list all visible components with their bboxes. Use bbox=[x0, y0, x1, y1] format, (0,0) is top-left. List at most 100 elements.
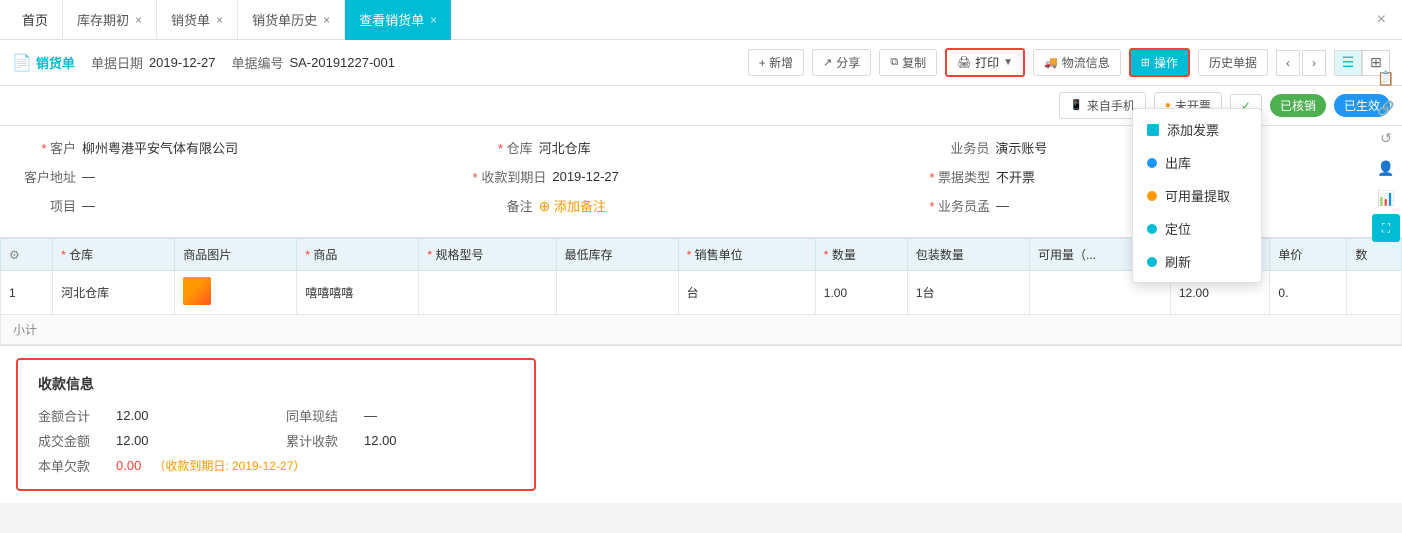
col-settings[interactable]: ⚙ bbox=[1, 239, 53, 271]
project-field: 项目 — bbox=[16, 196, 473, 215]
warehouse-label: 仓库 bbox=[473, 138, 533, 157]
header-bar: 📄 销货单 单据日期 2019-12-27 单据编号 SA-20191227-0… bbox=[0, 40, 1402, 86]
tab-close-inventory[interactable]: × bbox=[135, 13, 142, 27]
col-spec: 规格型号 bbox=[419, 239, 556, 271]
cell-quantity: 1.00 bbox=[815, 271, 907, 315]
sidebar-refresh-icon[interactable]: ↺ bbox=[1372, 124, 1400, 152]
col-sales-unit: 销售单位 bbox=[678, 239, 815, 271]
menu-item-outbound[interactable]: 出库 bbox=[1133, 146, 1261, 179]
cell-package-qty: 1台 bbox=[907, 271, 1029, 315]
sidebar-clipboard-icon[interactable]: 📋 bbox=[1372, 64, 1400, 92]
customer-label: 客户 bbox=[16, 138, 76, 157]
salesperson2-value: — bbox=[996, 198, 1009, 213]
prev-record-button[interactable]: ‹ bbox=[1276, 50, 1300, 76]
add-button[interactable]: + 新增 bbox=[748, 49, 804, 76]
list-view-button[interactable]: ☰ bbox=[1334, 50, 1362, 76]
transaction-amount-row: 成交金额 12.00 bbox=[38, 431, 266, 450]
cell-image bbox=[175, 271, 297, 315]
tab-home[interactable]: 首页 bbox=[8, 0, 63, 40]
note-label: 备注 bbox=[473, 196, 533, 215]
address-value: — bbox=[82, 169, 95, 184]
history-button[interactable]: 历史单据 bbox=[1198, 49, 1268, 76]
transaction-amount-value: 12.00 bbox=[116, 433, 149, 448]
tab-sales-order[interactable]: 销货单 × bbox=[157, 0, 238, 40]
copy-button[interactable]: ⧉ 复制 bbox=[879, 49, 937, 76]
payment-info: 收款信息 金额合计 12.00 同单现结 — 成交金额 12.00 累计收款 1… bbox=[16, 358, 536, 491]
total-amount-value: 12.00 bbox=[116, 408, 149, 423]
menu-item-locate[interactable]: 定位 bbox=[1133, 212, 1261, 245]
tab-sales-history[interactable]: 销货单历史 × bbox=[238, 0, 345, 40]
tab-close-view[interactable]: × bbox=[430, 13, 437, 27]
salesperson-label: 业务员 bbox=[929, 138, 989, 157]
due-date-value: 2019-12-27 bbox=[552, 169, 619, 184]
cell-product: 嘻嘻嘻嘻 bbox=[297, 271, 419, 315]
cell-extra bbox=[1347, 271, 1402, 315]
col-min-stock: 最低库存 bbox=[556, 239, 678, 271]
right-sidebar: 📋 🔗 ↺ 👤 📊 ⛶ bbox=[1370, 60, 1402, 246]
refresh-icon bbox=[1147, 257, 1157, 267]
accumulated-row: 累计收款 12.00 bbox=[286, 431, 514, 450]
ticket-type-value: 不开票 bbox=[996, 167, 1035, 186]
salesperson-value: 演示账号 bbox=[995, 138, 1047, 157]
outbound-icon bbox=[1147, 158, 1157, 168]
tab-close-history[interactable]: × bbox=[323, 13, 330, 27]
next-record-button[interactable]: › bbox=[1302, 50, 1326, 76]
accumulated-label: 累计收款 bbox=[286, 431, 356, 450]
menu-item-add-invoice[interactable]: 添加发票 bbox=[1133, 113, 1261, 146]
menu-item-refresh[interactable]: 刷新 bbox=[1133, 245, 1261, 278]
sidebar-user-icon[interactable]: 👤 bbox=[1372, 154, 1400, 182]
same-order-value: — bbox=[364, 408, 377, 423]
address-field: 客户地址 — bbox=[16, 167, 473, 186]
sidebar-expand-icon[interactable]: ⛶ bbox=[1372, 214, 1400, 242]
address-label: 客户地址 bbox=[16, 167, 76, 186]
col-unit-price: 单价 bbox=[1270, 239, 1347, 271]
sold-status-badge: 已核销 bbox=[1270, 94, 1326, 117]
current-due-label: 本单欠款 bbox=[38, 456, 108, 475]
same-order-row: 同单现结 — bbox=[286, 406, 514, 425]
print-button[interactable]: 🖨 打印 ▼ bbox=[945, 48, 1025, 77]
subtotal-row: 小计 bbox=[1, 315, 1402, 345]
due-date-label: 收款到期日 bbox=[473, 167, 547, 186]
tab-close-sales[interactable]: × bbox=[216, 13, 223, 27]
tab-bar: 首页 库存期初 × 销货单 × 销货单历史 × 查看销货单 × × bbox=[0, 0, 1402, 40]
col-quantity: 数量 bbox=[815, 239, 907, 271]
cell-spec bbox=[419, 271, 556, 315]
add-note-button[interactable]: ⊕ 添加备注 bbox=[539, 196, 606, 215]
total-amount-label: 金额合计 bbox=[38, 406, 108, 425]
tab-view-sales[interactable]: 查看销货单 × bbox=[345, 0, 452, 40]
nav-arrows: ‹ › bbox=[1276, 50, 1326, 76]
warehouse-value: 河北仓库 bbox=[539, 138, 591, 157]
available-pick-icon bbox=[1147, 191, 1157, 201]
cell-unit-price: 0. bbox=[1270, 271, 1347, 315]
warehouse-field: 仓库 河北仓库 bbox=[473, 138, 930, 157]
window-close-button[interactable]: × bbox=[1369, 11, 1394, 29]
bottom-section: 收款信息 金额合计 12.00 同单现结 — 成交金额 12.00 累计收款 1… bbox=[0, 346, 1402, 503]
col-product: 商品 bbox=[297, 239, 419, 271]
cell-seq: 1 bbox=[1, 271, 53, 315]
same-order-label: 同单现结 bbox=[286, 406, 356, 425]
total-amount-row: 金额合计 12.00 bbox=[38, 406, 266, 425]
accumulated-value: 12.00 bbox=[364, 433, 397, 448]
share-button[interactable]: ↗ 分享 bbox=[812, 49, 871, 76]
menu-item-available-pick[interactable]: 可用量提取 bbox=[1133, 179, 1261, 212]
add-invoice-checkbox bbox=[1147, 124, 1159, 136]
tab-inventory-init[interactable]: 库存期初 × bbox=[63, 0, 157, 40]
subtotal-label: 小计 bbox=[1, 315, 1402, 345]
cell-warehouse: 河北仓库 bbox=[53, 271, 175, 315]
project-label: 项目 bbox=[16, 196, 76, 215]
salesperson2-label: 业务员孟 bbox=[929, 196, 990, 215]
doc-type: 📄 销货单 bbox=[12, 53, 75, 73]
payment-title: 收款信息 bbox=[38, 374, 514, 394]
header-actions: + 新增 ↗ 分享 ⧉ 复制 🖨 打印 ▼ 🚚 物流信息 ⊞ 操作 bbox=[748, 48, 1390, 77]
doc-date-field: 单据日期 2019-12-27 bbox=[91, 53, 216, 72]
payment-rows: 金额合计 12.00 同单现结 — 成交金额 12.00 累计收款 12.00 … bbox=[38, 406, 514, 475]
col-image: 商品图片 bbox=[175, 239, 297, 271]
customer-field: 客户 柳州粤港平安气体有限公司 bbox=[16, 138, 473, 157]
cell-min-stock bbox=[556, 271, 678, 315]
operation-button[interactable]: ⊞ 操作 bbox=[1129, 48, 1190, 77]
doc-number-field: 单据编号 SA-20191227-001 bbox=[231, 53, 395, 72]
logistics-button[interactable]: 🚚 物流信息 bbox=[1033, 49, 1121, 76]
current-due-row: 本单欠款 0.00 （收款到期日: 2019-12-27） bbox=[38, 456, 514, 475]
sidebar-link-icon[interactable]: 🔗 bbox=[1372, 94, 1400, 122]
sidebar-chart-icon[interactable]: 📊 bbox=[1372, 184, 1400, 212]
